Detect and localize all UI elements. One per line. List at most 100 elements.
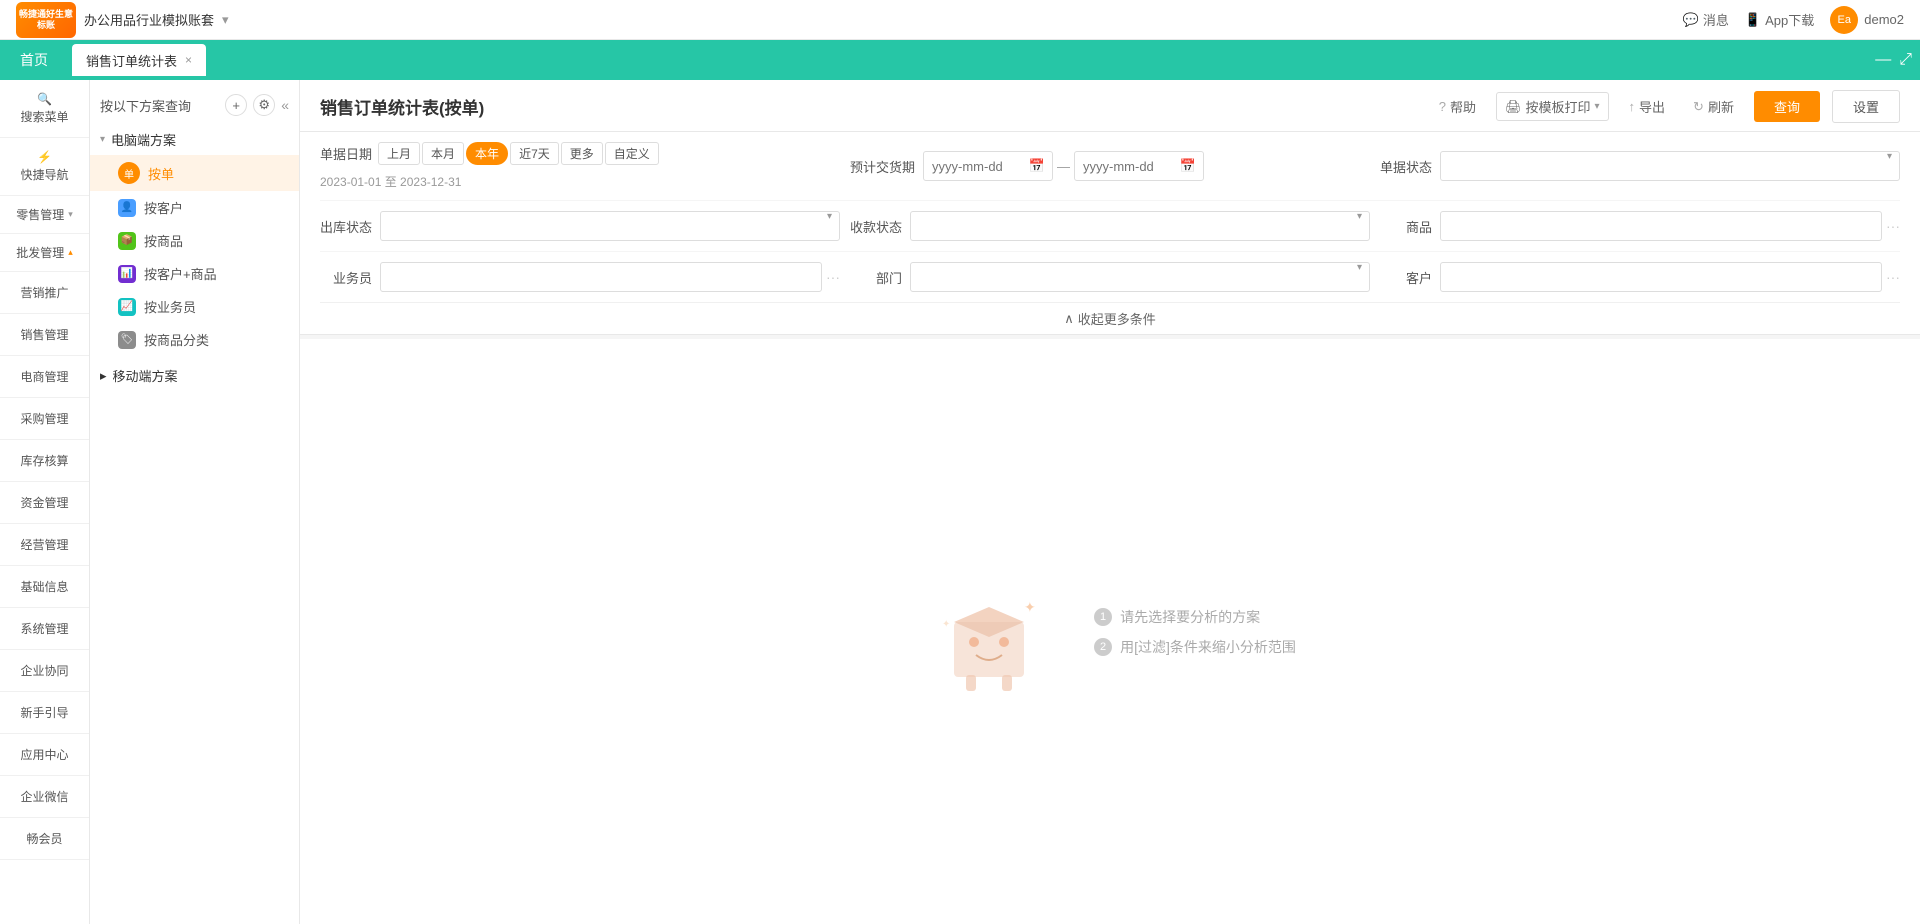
sidebar-item-enterprise[interactable]: 企业协同	[0, 650, 89, 692]
sidebar-search[interactable]: 🔍 搜索菜单	[0, 80, 89, 138]
tab-active[interactable]: 销售订单统计表 ×	[72, 44, 206, 76]
logo-text: 畅捷通好生意	[19, 9, 73, 20]
scheme-by-customer-goods[interactable]: 📊 按客户+商品	[90, 257, 299, 290]
mobile-group-header[interactable]: ▸ 移动端方案	[90, 360, 299, 391]
query-btn[interactable]: 查询	[1754, 91, 1820, 122]
panel-settings-btn[interactable]: ⚙	[253, 94, 275, 116]
sidebar-item-sales[interactable]: 销售管理	[0, 314, 89, 356]
customer-label: 客户	[1380, 268, 1432, 287]
help-icon: ?	[1439, 99, 1446, 114]
dept-select[interactable]	[910, 262, 1370, 292]
filter-row-1: 单据日期 上月 本月 本年 近7天 更多 自定义 2023-01-01 至 20…	[320, 142, 1900, 201]
user-name: demo2	[1864, 12, 1904, 27]
scheme-customer-icon: 👤	[118, 199, 136, 217]
panel-actions: + ⚙ «	[225, 94, 289, 116]
sidebar-item-system[interactable]: 系统管理	[0, 608, 89, 650]
scheme-cat-label: 按商品分类	[144, 330, 209, 349]
filter-delivery-cell: 出库状态 ▾	[320, 211, 840, 241]
scheme-sales-label: 按业务员	[144, 297, 196, 316]
scheme-goods-icon: 📦	[118, 232, 136, 250]
scheme-by-salesperson[interactable]: 📈 按业务员	[90, 290, 299, 323]
user-avatar-area[interactable]: Ea demo2	[1830, 6, 1904, 34]
sidebar-item-appstore[interactable]: 应用中心	[0, 734, 89, 776]
dept-select-wrap: ▾	[910, 262, 1370, 292]
sidebar-item-ecommerce[interactable]: 电商管理	[0, 356, 89, 398]
retail-label: 零售管理	[16, 206, 64, 223]
sidebar-item-finance[interactable]: 资金管理	[0, 482, 89, 524]
sidebar-item-basic[interactable]: 基础信息	[0, 566, 89, 608]
customer-dots-btn[interactable]: ···	[1886, 269, 1900, 285]
empty-content: ✦ ✦ 1 请先选择要分析的方案	[924, 567, 1296, 697]
scheme-by-order[interactable]: 单 按单	[90, 155, 299, 191]
salesperson-input[interactable]	[380, 262, 822, 292]
scheme-order-label: 按单	[148, 164, 174, 183]
sidebar-shortcut[interactable]: ⚡ 快捷导航	[0, 138, 89, 196]
dept-label: 部门	[850, 268, 902, 287]
print-btn[interactable]: 🖨 按模板打印 ▾	[1496, 92, 1609, 121]
scheme-by-goods[interactable]: 📦 按商品	[90, 224, 299, 257]
sidebar-item-member[interactable]: 畅会员	[0, 818, 89, 860]
inventory-label: 库存核算	[20, 452, 68, 469]
salesperson-dots-btn[interactable]: ···	[826, 269, 840, 285]
panel-header-label: 按以下方案查询	[100, 96, 191, 115]
sidebar-item-retail[interactable]: 零售管理 ▾	[0, 196, 89, 234]
pc-group-label: 电脑端方案	[111, 130, 176, 149]
payment-select[interactable]	[910, 211, 1370, 241]
sidebar-item-purchase[interactable]: 采购管理	[0, 398, 89, 440]
shortcut-icon: ⚡	[37, 150, 52, 164]
scheme-by-customer[interactable]: 👤 按客户	[90, 191, 299, 224]
sidebar-item-inventory[interactable]: 库存核算	[0, 440, 89, 482]
search-label: 搜索菜单	[20, 108, 68, 125]
pc-group-header[interactable]: ▾ 电脑端方案	[90, 124, 299, 155]
status-select[interactable]	[1440, 151, 1900, 181]
tab-home[interactable]: 首页	[0, 40, 68, 80]
download-icon: 📱	[1745, 12, 1761, 28]
wholesale-arrow: ▴	[68, 247, 73, 258]
goods-label: 商品	[1380, 217, 1432, 236]
mobile-group-label: 移动端方案	[113, 366, 178, 385]
date-btn-this-year[interactable]: 本年	[466, 142, 508, 165]
goods-input[interactable]	[1440, 211, 1882, 241]
date-btn-custom[interactable]: 自定义	[605, 142, 659, 165]
ecommerce-label: 电商管理	[20, 368, 68, 385]
sidebar-item-newbie[interactable]: 新手引导	[0, 692, 89, 734]
refresh-btn[interactable]: ↻ 刷新	[1685, 93, 1742, 120]
goods-dots-btn[interactable]: ···	[1886, 218, 1900, 234]
date-btn-7days[interactable]: 近7天	[510, 142, 559, 165]
finance-label: 资金管理	[20, 494, 68, 511]
message-icon: 💬	[1683, 12, 1699, 28]
hint-2-text: 用[过滤]条件来缩小分析范围	[1120, 637, 1296, 657]
sidebar-item-marketing[interactable]: 营销推广	[0, 272, 89, 314]
scheme-by-category[interactable]: 🏷 按商品分类	[90, 323, 299, 356]
hint-1-num: 1	[1094, 608, 1112, 626]
svg-text:✦: ✦	[1024, 599, 1036, 615]
workspace-dropdown-icon[interactable]: ▾	[222, 12, 229, 28]
panel-add-btn[interactable]: +	[225, 94, 247, 116]
message-btn[interactable]: 💬 消息	[1683, 10, 1729, 29]
sidebar-item-wholesale[interactable]: 批发管理 ▴	[0, 234, 89, 272]
sidebar-item-operation[interactable]: 经营管理	[0, 524, 89, 566]
shortcut-label: 快捷导航	[20, 166, 68, 183]
settings-btn[interactable]: 设置	[1832, 90, 1900, 123]
customer-input[interactable]	[1440, 262, 1882, 292]
collapse-btn[interactable]: ∧ 收起更多条件	[320, 302, 1900, 334]
app-download-btn[interactable]: 📱 App下载	[1745, 10, 1814, 29]
tab-maximize-btn[interactable]: ⤢	[1899, 51, 1912, 69]
date-btn-last-month[interactable]: 上月	[378, 142, 420, 165]
export-btn[interactable]: ↑ 导出	[1621, 93, 1674, 120]
wechat-label: 企业微信	[20, 788, 68, 805]
page-title: 销售订单统计表(按单)	[320, 94, 484, 119]
delivery-label: 出库状态	[320, 217, 372, 236]
sidebar-item-wechat[interactable]: 企业微信	[0, 776, 89, 818]
delivery-select[interactable]	[380, 211, 840, 241]
tab-close-btn[interactable]: ×	[185, 53, 192, 67]
expected-date-end-wrap: 📅	[1074, 151, 1204, 181]
date-btn-this-month[interactable]: 本月	[422, 142, 464, 165]
date-btn-more[interactable]: 更多	[561, 142, 603, 165]
goods-input-wrap: ···	[1440, 211, 1900, 241]
tab-minimize-btn[interactable]: —	[1875, 51, 1891, 69]
refresh-icon: ↻	[1693, 99, 1704, 115]
customer-input-wrap: ···	[1440, 262, 1900, 292]
panel-collapse-btn[interactable]: «	[281, 97, 289, 113]
help-btn[interactable]: ? 帮助	[1431, 93, 1484, 120]
